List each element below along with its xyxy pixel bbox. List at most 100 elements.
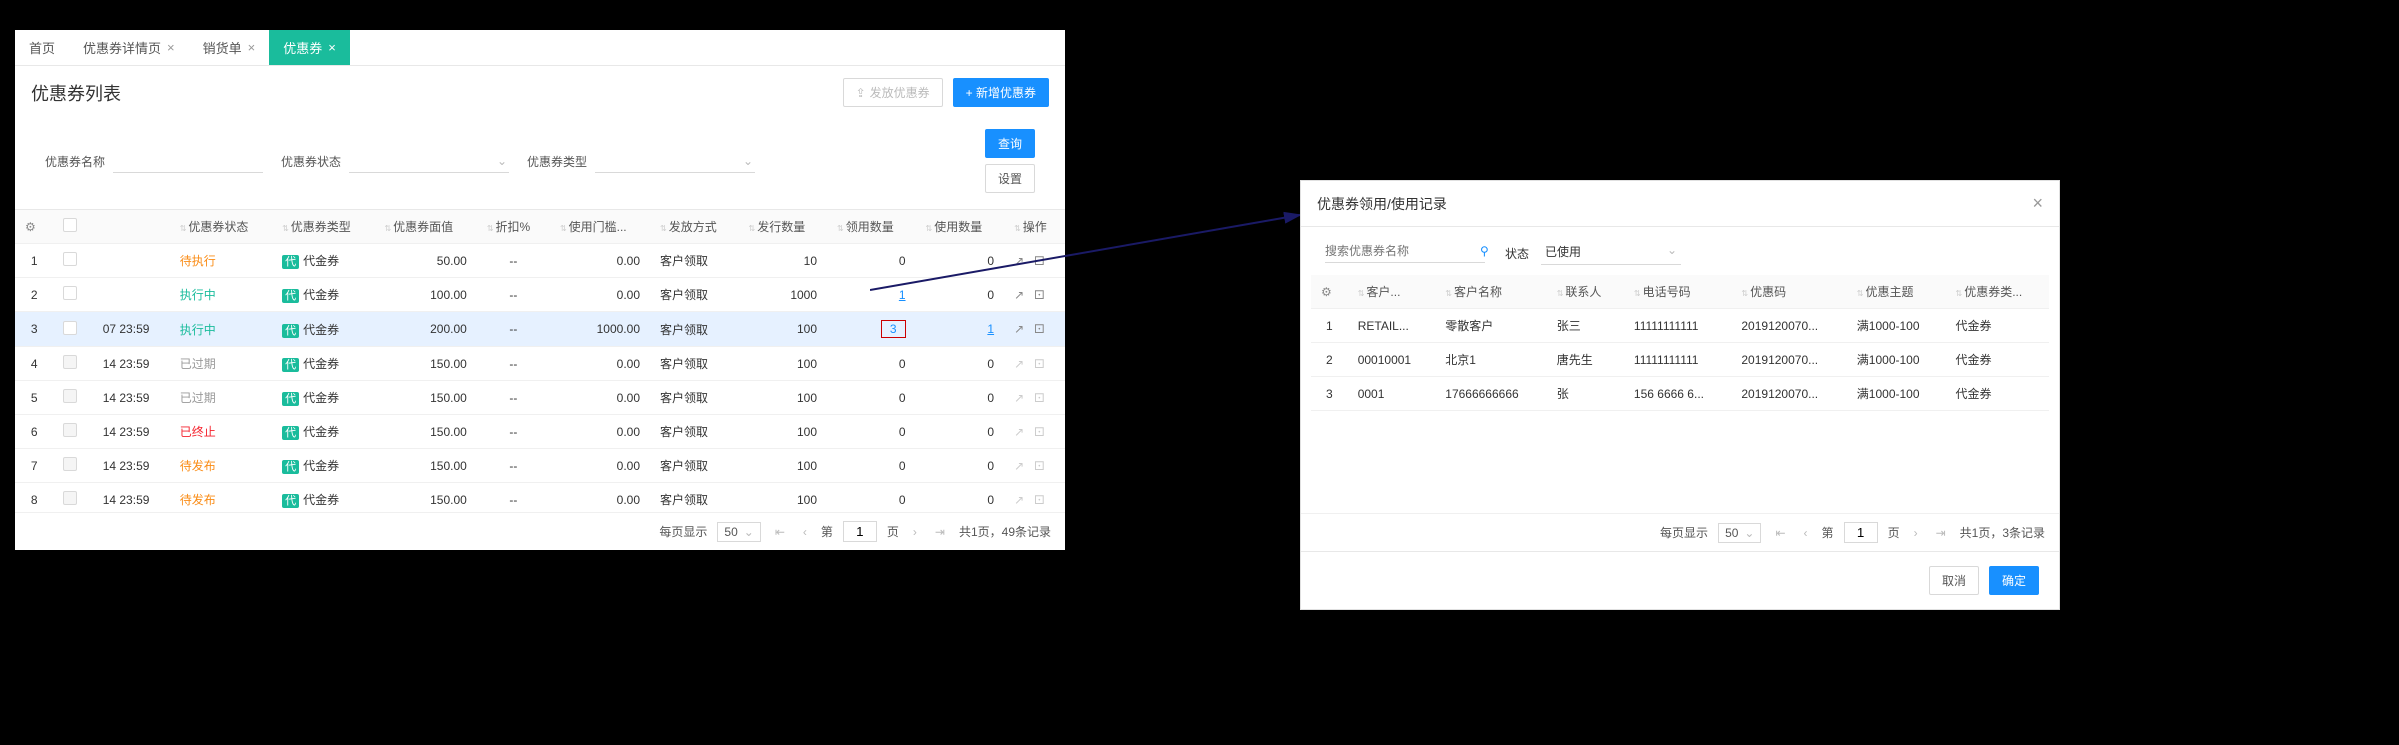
column-header[interactable]: ⇅客户...	[1348, 275, 1436, 309]
qrcode-icon[interactable]: ⚀	[1034, 493, 1044, 507]
qrcode-icon[interactable]: ⚀	[1034, 459, 1044, 473]
column-header[interactable]: ⇅使用数量	[916, 210, 1005, 244]
tab[interactable]: 首页	[15, 30, 69, 65]
tab[interactable]: 优惠券详情页×	[69, 30, 189, 65]
first-page-icon[interactable]: ⇤	[1771, 526, 1789, 540]
select-all-checkbox[interactable]	[63, 218, 77, 232]
status-badge: 待发布	[180, 493, 216, 507]
column-header[interactable]: ⇅客户名称	[1435, 275, 1546, 309]
table-row[interactable]: 2 执行中 代代金券 100.00 -- 0.00 客户领取 1000 1 0 …	[15, 278, 1065, 312]
claim-count-link[interactable]: 3	[881, 320, 906, 338]
type-badge-icon: 代	[282, 255, 299, 269]
open-icon[interactable]: ↗	[1014, 288, 1024, 302]
table-row[interactable]: 3000117666666666张156 6666 6...2019120070…	[1311, 377, 2049, 411]
settings-button[interactable]: 设置	[985, 164, 1035, 193]
cancel-button[interactable]: 取消	[1929, 566, 1979, 595]
prev-page-icon[interactable]: ‹	[1800, 526, 1812, 540]
next-page-icon[interactable]: ›	[909, 525, 921, 539]
tab[interactable]: 销货单×	[189, 30, 270, 65]
table-row[interactable]: 4 14 23:59 已过期 代代金券 150.00 -- 0.00 客户领取 …	[15, 347, 1065, 381]
table-row[interactable]: 1 待执行 代代金券 50.00 -- 0.00 客户领取 10 0 0 ↗⚀	[15, 244, 1065, 278]
row-checkbox[interactable]	[63, 286, 77, 300]
column-header[interactable]: ⇅发行数量	[739, 210, 828, 244]
row-checkbox	[63, 389, 77, 403]
open-icon: ↗	[1014, 391, 1024, 405]
gear-icon[interactable]: ⚙	[1321, 285, 1332, 299]
close-icon[interactable]: ×	[2032, 193, 2043, 214]
open-icon[interactable]: ↗	[1014, 322, 1024, 336]
table-row[interactable]: 8 14 23:59 待发布 代代金券 150.00 -- 0.00 客户领取 …	[15, 483, 1065, 513]
modal-search-input[interactable]	[1325, 244, 1480, 258]
column-header[interactable]: ⇅折扣%	[477, 210, 550, 244]
tab[interactable]: 优惠券×	[269, 30, 350, 65]
column-header[interactable]: ⇅优惠券面值	[374, 210, 476, 244]
filter-status-select[interactable]: ⌄	[349, 150, 509, 173]
column-header[interactable]: ⇅优惠券类型	[272, 210, 374, 244]
column-header[interactable]: ⇅优惠主题	[1847, 275, 1946, 309]
qrcode-icon[interactable]: ⚀	[1034, 322, 1044, 336]
prev-page-icon[interactable]: ‹	[799, 525, 811, 539]
qrcode-icon[interactable]: ⚀	[1034, 254, 1044, 268]
per-page-select[interactable]: 50⌄	[717, 522, 760, 542]
search-button[interactable]: 查询	[985, 129, 1035, 158]
qrcode-icon[interactable]: ⚀	[1034, 391, 1044, 405]
confirm-button[interactable]: 确定	[1989, 566, 2039, 595]
open-icon: ↗	[1014, 425, 1024, 439]
row-checkbox[interactable]	[63, 252, 77, 266]
chevron-down-icon: ⌄	[1667, 243, 1677, 260]
next-page-icon[interactable]: ›	[1910, 526, 1922, 540]
last-page-icon[interactable]: ⇥	[1932, 526, 1950, 540]
status-badge: 执行中	[180, 288, 216, 302]
type-badge-icon: 代	[282, 289, 299, 303]
page-input[interactable]	[843, 521, 877, 542]
used-count-link[interactable]: 1	[987, 322, 994, 336]
column-header[interactable]: ⇅使用门槛...	[550, 210, 650, 244]
row-checkbox[interactable]	[63, 321, 77, 335]
filter-name-input[interactable]	[113, 149, 263, 173]
column-header[interactable]: ⇅联系人	[1547, 275, 1624, 309]
filter-status-label: 优惠券状态	[281, 153, 341, 170]
column-header[interactable]: ⇅发放方式	[650, 210, 739, 244]
modal-pagination: 每页显示 50⌄ ⇤ ‹ 第 页 › ⇥ 共1页，3条记录	[1301, 513, 2059, 551]
qrcode-icon[interactable]: ⚀	[1034, 288, 1044, 302]
column-header[interactable]: ⇅优惠码	[1731, 275, 1846, 309]
gear-icon[interactable]: ⚙	[25, 220, 36, 234]
qrcode-icon[interactable]: ⚀	[1034, 425, 1044, 439]
add-coupon-button[interactable]: + 新增优惠券	[953, 78, 1049, 107]
column-header[interactable]: ⇅优惠券类...	[1945, 275, 2049, 309]
status-badge: 已过期	[180, 391, 216, 405]
table-row[interactable]: 7 14 23:59 待发布 代代金券 150.00 -- 0.00 客户领取 …	[15, 449, 1065, 483]
tab-close-icon[interactable]: ×	[167, 40, 175, 55]
column-header[interactable]: ⇅优惠券状态	[170, 210, 272, 244]
chevron-down-icon: ⌄	[744, 525, 754, 539]
table-row[interactable]: 5 14 23:59 已过期 代代金券 150.00 -- 0.00 客户领取 …	[15, 381, 1065, 415]
modal-page-input[interactable]	[1844, 522, 1878, 543]
modal-search-box: ⚲	[1325, 244, 1485, 263]
table-row[interactable]: 200010001北京1唐先生111111111112019120070...满…	[1311, 343, 2049, 377]
claim-count-link[interactable]: 1	[899, 288, 906, 302]
qrcode-icon[interactable]: ⚀	[1034, 357, 1044, 371]
open-icon[interactable]: ↗	[1014, 254, 1024, 268]
usage-table: ⚙ ⇅客户...⇅客户名称⇅联系人⇅电话号码⇅优惠码⇅优惠主题⇅优惠券类... 1…	[1311, 275, 2049, 411]
first-page-icon[interactable]: ⇤	[771, 525, 789, 539]
tab-close-icon[interactable]: ×	[248, 40, 256, 55]
open-icon: ↗	[1014, 459, 1024, 473]
last-page-icon[interactable]: ⇥	[931, 525, 949, 539]
page-title: 优惠券列表	[31, 80, 121, 106]
modal-state-select[interactable]: 已使用⌄	[1541, 241, 1681, 265]
column-header[interactable]: ⇅领用数量	[827, 210, 916, 244]
open-icon: ↗	[1014, 493, 1024, 507]
table-row[interactable]: 3 07 23:59 执行中 代代金券 200.00 -- 1000.00 客户…	[15, 312, 1065, 347]
column-header[interactable]: ⇅电话号码	[1624, 275, 1731, 309]
search-icon[interactable]: ⚲	[1480, 244, 1489, 258]
type-badge-icon: 代	[282, 426, 299, 440]
table-row[interactable]: 1RETAIL...零散客户张三111111111112019120070...…	[1311, 309, 2049, 343]
modal-per-page-select[interactable]: 50⌄	[1718, 523, 1761, 543]
distribute-coupon-button[interactable]: ⇪ 发放优惠券	[843, 78, 943, 107]
tab-close-icon[interactable]: ×	[328, 40, 336, 55]
row-checkbox	[63, 423, 77, 437]
share-icon: ⇪	[856, 86, 866, 100]
filter-type-select[interactable]: ⌄	[595, 150, 755, 173]
column-header[interactable]: ⇅操作	[1004, 210, 1065, 244]
table-row[interactable]: 6 14 23:59 已终止 代代金券 150.00 -- 0.00 客户领取 …	[15, 415, 1065, 449]
